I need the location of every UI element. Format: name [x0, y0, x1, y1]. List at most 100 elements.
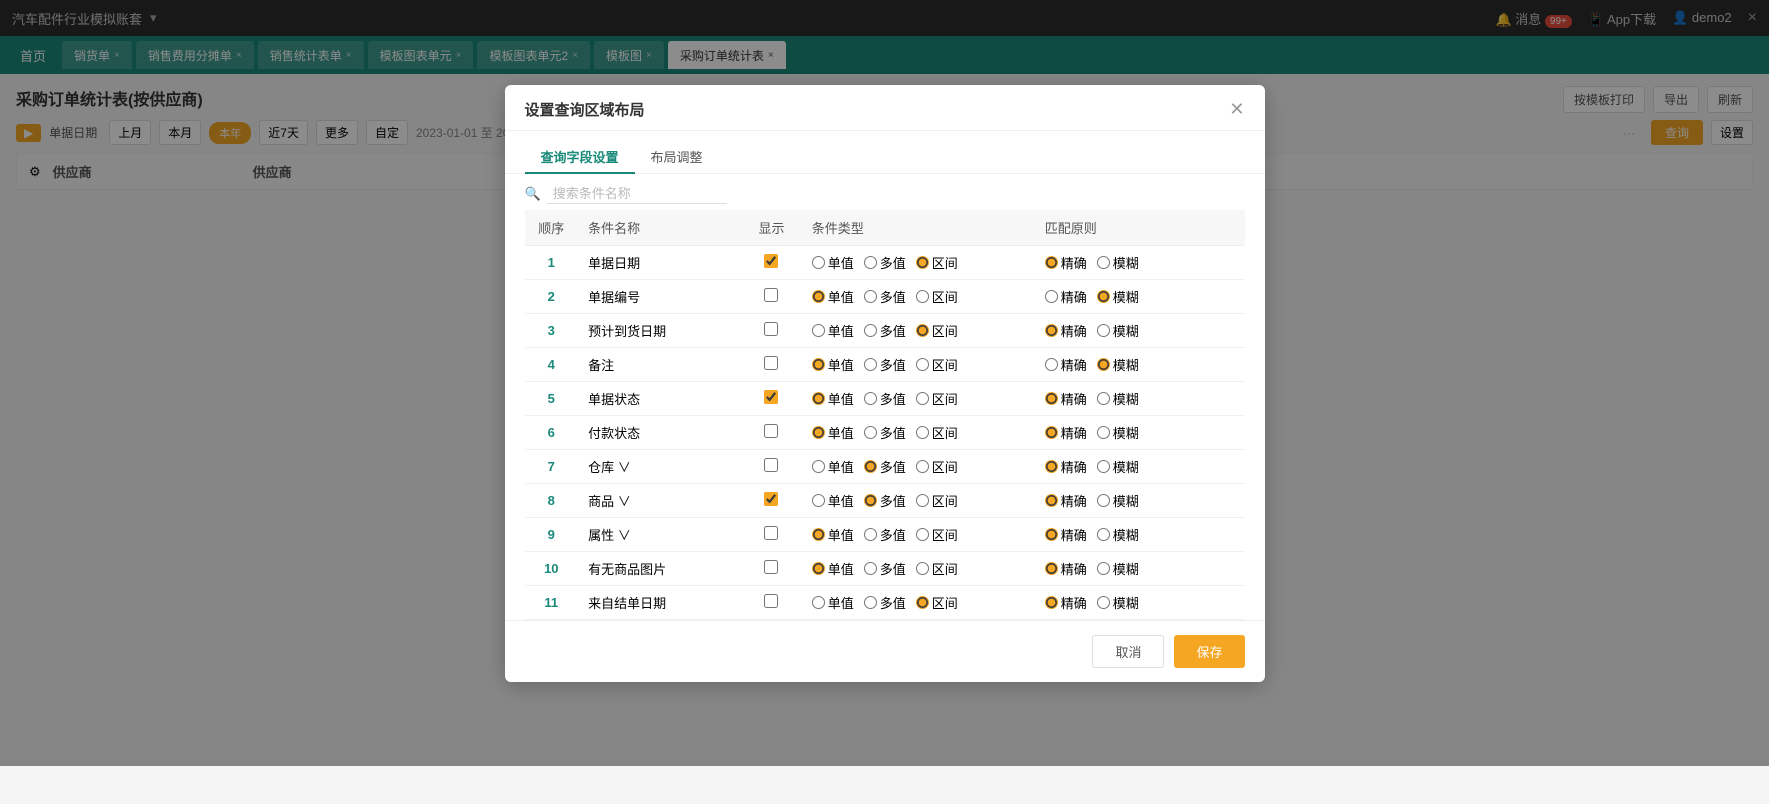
show-checkbox-4[interactable] [764, 390, 778, 404]
save-button[interactable]: 保存 [1174, 635, 1244, 668]
type-option-区间[interactable]: 区间 [916, 321, 958, 340]
match-option-模糊[interactable]: 模糊 [1097, 525, 1139, 544]
table-row: 11来自结单日期单值多值区间精确模糊 [525, 585, 1245, 619]
match-option-精确[interactable]: 精确 [1045, 423, 1087, 442]
cell-name: 单据编号 [578, 279, 741, 313]
show-checkbox-3[interactable] [764, 356, 778, 370]
match-option-精确[interactable]: 精确 [1045, 321, 1087, 340]
table-row: 4备注单值多值区间精确模糊 [525, 347, 1245, 381]
table-row: 7仓库 ∨单值多值区间精确模糊 [525, 449, 1245, 483]
match-option-精确[interactable]: 精确 [1045, 389, 1087, 408]
type-option-区间[interactable]: 区间 [916, 389, 958, 408]
type-option-多值[interactable]: 多值 [864, 491, 906, 510]
match-option-模糊[interactable]: 模糊 [1097, 321, 1139, 340]
match-option-模糊[interactable]: 模糊 [1097, 389, 1139, 408]
type-option-区间[interactable]: 区间 [916, 457, 958, 476]
type-option-区间[interactable]: 区间 [916, 593, 958, 612]
dialog-close-button[interactable]: ✕ [1229, 100, 1244, 118]
show-checkbox-10[interactable] [764, 594, 778, 608]
show-checkbox-8[interactable] [764, 526, 778, 540]
cell-match: 精确模糊 [1035, 517, 1245, 551]
show-checkbox-9[interactable] [764, 560, 778, 574]
match-option-模糊[interactable]: 模糊 [1097, 593, 1139, 612]
type-option-多值[interactable]: 多值 [864, 287, 906, 306]
match-option-精确[interactable]: 精确 [1045, 593, 1087, 612]
type-option-区间[interactable]: 区间 [916, 491, 958, 510]
match-option-模糊[interactable]: 模糊 [1097, 253, 1139, 272]
show-checkbox-0[interactable] [764, 254, 778, 268]
type-option-单值[interactable]: 单值 [812, 593, 854, 612]
cell-type: 单值多值区间 [802, 347, 1035, 381]
match-option-精确[interactable]: 精确 [1045, 491, 1087, 510]
type-option-区间[interactable]: 区间 [916, 525, 958, 544]
cell-match: 精确模糊 [1035, 483, 1245, 517]
type-option-单值[interactable]: 单值 [812, 287, 854, 306]
show-checkbox-1[interactable] [764, 288, 778, 302]
type-option-单值[interactable]: 单值 [812, 559, 854, 578]
dialog-table-wrap: 顺序 条件名称 显示 条件类型 匹配原则 1单据日期单值多值区间精确模糊2单据编… [505, 210, 1265, 620]
search-input[interactable] [547, 184, 727, 204]
tab-layout-adjust[interactable]: 布局调整 [635, 141, 719, 174]
th-order: 顺序 [525, 210, 579, 246]
cell-name: 备注 [578, 347, 741, 381]
cell-order: 6 [525, 415, 579, 449]
cell-show [741, 313, 802, 347]
type-option-多值[interactable]: 多值 [864, 423, 906, 442]
match-option-模糊[interactable]: 模糊 [1097, 457, 1139, 476]
match-option-精确[interactable]: 精确 [1045, 287, 1087, 306]
match-option-模糊[interactable]: 模糊 [1097, 491, 1139, 510]
type-option-单值[interactable]: 单值 [812, 525, 854, 544]
match-option-精确[interactable]: 精确 [1045, 355, 1087, 374]
type-option-单值[interactable]: 单值 [812, 423, 854, 442]
tab-query-fields[interactable]: 查询字段设置 [525, 141, 635, 174]
table-row: 1单据日期单值多值区间精确模糊 [525, 245, 1245, 279]
show-checkbox-2[interactable] [764, 322, 778, 336]
table-row: 8商品 ∨单值多值区间精确模糊 [525, 483, 1245, 517]
type-option-区间[interactable]: 区间 [916, 253, 958, 272]
match-option-模糊[interactable]: 模糊 [1097, 287, 1139, 306]
type-option-多值[interactable]: 多值 [864, 389, 906, 408]
show-checkbox-5[interactable] [764, 424, 778, 438]
show-checkbox-6[interactable] [764, 458, 778, 472]
match-option-精确[interactable]: 精确 [1045, 253, 1087, 272]
cell-order: 11 [525, 585, 579, 619]
cell-type: 单值多值区间 [802, 415, 1035, 449]
type-option-单值[interactable]: 单值 [812, 355, 854, 374]
type-option-区间[interactable]: 区间 [916, 287, 958, 306]
show-checkbox-7[interactable] [764, 492, 778, 506]
type-option-单值[interactable]: 单值 [812, 253, 854, 272]
cell-name: 付款状态 [578, 415, 741, 449]
match-option-模糊[interactable]: 模糊 [1097, 559, 1139, 578]
type-option-多值[interactable]: 多值 [864, 559, 906, 578]
match-option-精确[interactable]: 精确 [1045, 559, 1087, 578]
type-option-多值[interactable]: 多值 [864, 355, 906, 374]
type-option-多值[interactable]: 多值 [864, 593, 906, 612]
type-option-区间[interactable]: 区间 [916, 423, 958, 442]
match-option-精确[interactable]: 精确 [1045, 525, 1087, 544]
type-option-多值[interactable]: 多值 [864, 321, 906, 340]
cell-order: 3 [525, 313, 579, 347]
cell-order: 7 [525, 449, 579, 483]
type-option-多值[interactable]: 多值 [864, 253, 906, 272]
match-option-精确[interactable]: 精确 [1045, 457, 1087, 476]
cell-show [741, 381, 802, 415]
type-option-区间[interactable]: 区间 [916, 559, 958, 578]
cell-type: 单值多值区间 [802, 483, 1035, 517]
type-option-单值[interactable]: 单值 [812, 457, 854, 476]
cancel-button[interactable]: 取消 [1092, 635, 1164, 668]
match-option-模糊[interactable]: 模糊 [1097, 423, 1139, 442]
cell-show [741, 585, 802, 619]
cell-name: 商品 ∨ [578, 483, 741, 517]
type-option-单值[interactable]: 单值 [812, 389, 854, 408]
cell-match: 精确模糊 [1035, 381, 1245, 415]
match-option-模糊[interactable]: 模糊 [1097, 355, 1139, 374]
type-option-单值[interactable]: 单值 [812, 491, 854, 510]
type-option-区间[interactable]: 区间 [916, 355, 958, 374]
cell-show [741, 449, 802, 483]
type-option-多值[interactable]: 多值 [864, 457, 906, 476]
modal-overlay: 设置查询区域布局 ✕ 查询字段设置 布局调整 🔍 顺序 条件名称 [0, 0, 1769, 766]
type-option-单值[interactable]: 单值 [812, 321, 854, 340]
type-option-多值[interactable]: 多值 [864, 525, 906, 544]
cell-type: 单值多值区间 [802, 449, 1035, 483]
cell-show [741, 279, 802, 313]
